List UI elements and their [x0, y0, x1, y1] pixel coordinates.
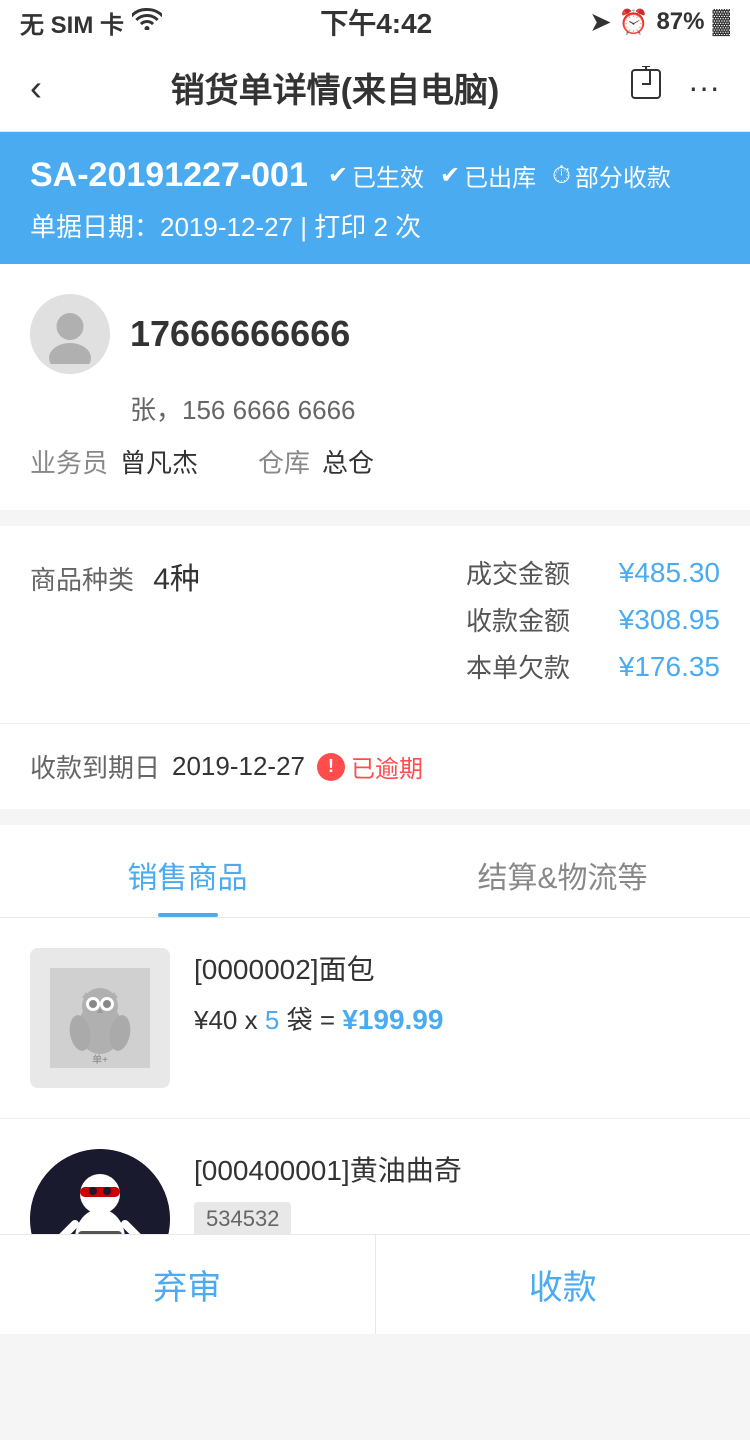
status-tags: ✔ 已生效 ✔ 已出库 ⏱ 部分收款	[328, 158, 671, 193]
page-title: 销货单详情(来自电脑)	[171, 63, 500, 112]
product-info-1: [0000002]面包 ¥40 x 5 袋 = ¥199.99	[194, 948, 720, 1037]
avatar	[30, 294, 110, 374]
status-time: 下午4:42	[320, 2, 432, 42]
product-name-1: [0000002]面包	[194, 948, 720, 988]
product-sku-2: 534532	[194, 1202, 291, 1236]
customer-row: 17666666666	[30, 294, 720, 374]
status-right: ➤ ⏰ 87% ▓	[590, 8, 730, 37]
deal-amount-value: ¥485.30	[590, 557, 720, 589]
status-bar: 无 SIM 卡 下午4:42 ➤ ⏰ 87% ▓	[0, 0, 750, 44]
sales-person-item: 业务员 曾凡杰	[30, 443, 198, 480]
product-thumb-1: 单+	[30, 948, 170, 1088]
summary-section: 商品种类 4种 成交金额 ¥485.30 收款金额 ¥308.95 本单欠款 ¥…	[0, 526, 750, 723]
collect-payment-button[interactable]: 收款	[376, 1235, 750, 1334]
cancel-review-button[interactable]: 弃审	[0, 1235, 376, 1334]
more-icon[interactable]: ···	[688, 69, 720, 106]
customer-meta: 业务员 曾凡杰 仓库 总仓	[30, 443, 720, 480]
product-type-label: 商品种类	[30, 565, 134, 595]
nav-bar: ‹ 销货单详情(来自电脑) ···	[0, 44, 750, 132]
banner-bottom: 单据日期：2019-12-27 | 打印 2 次	[30, 207, 720, 244]
share-icon[interactable]	[628, 66, 664, 110]
summary-left: 商品种类 4种	[30, 554, 200, 598]
warehouse-item: 仓库 总仓	[258, 443, 374, 480]
owed-label: 本单欠款	[466, 648, 570, 685]
product-price-row-1: ¥40 x 5 袋 = ¥199.99	[194, 1000, 720, 1037]
collected-label: 收款金额	[466, 601, 570, 638]
product-name-2: [000400001]黄油曲奇	[194, 1149, 720, 1189]
status-effective: ✔ 已生效	[328, 158, 424, 193]
customer-name-phone: 张，156 6666 6666	[30, 390, 720, 427]
overdue-badge: ! 已逾期	[317, 749, 423, 784]
wifi-icon	[132, 8, 162, 37]
bottom-spacer	[0, 1320, 750, 1440]
status-partial: ⏱ 部分收款	[552, 158, 671, 193]
sales-person-label: 业务员	[30, 443, 108, 480]
warehouse-label: 仓库	[258, 443, 310, 480]
check-icon-1: ✔	[328, 161, 348, 190]
collected-row: 收款金额 ¥308.95	[466, 601, 720, 638]
order-date: 单据日期：2019-12-27	[30, 212, 293, 242]
status-shipped: ✔ 已出库	[440, 158, 536, 193]
deal-amount-row: 成交金额 ¥485.30	[466, 554, 720, 591]
overdue-text: 已逾期	[351, 749, 423, 784]
header-banner: SA-20191227-001 ✔ 已生效 ✔ 已出库 ⏱ 部分收款 单据日期：…	[0, 132, 750, 264]
battery-icon: ▓	[712, 8, 730, 36]
product-price-1: ¥40	[194, 1005, 237, 1035]
due-label: 收款到期日	[30, 748, 160, 785]
carrier-text: 无 SIM 卡	[20, 5, 124, 40]
alarm-icon: ⏰	[619, 8, 649, 37]
product-unit-1: 袋	[287, 1005, 313, 1035]
owed-row: 本单欠款 ¥176.35	[466, 648, 720, 685]
product-item-1: 单+ [0000002]面包 ¥40 x 5 袋 = ¥199.99	[0, 918, 750, 1119]
tab-settlement-logistics[interactable]: 结算&物流等	[375, 825, 750, 917]
summary-grid: 商品种类 4种 成交金额 ¥485.30 收款金额 ¥308.95 本单欠款 ¥…	[30, 554, 720, 695]
print-count: 打印 2 次	[314, 212, 421, 242]
location-icon: ➤	[590, 8, 610, 37]
deal-amount-label: 成交金额	[466, 554, 570, 591]
clock-icon: ⏱	[552, 162, 571, 190]
status-left: 无 SIM 卡	[20, 5, 162, 40]
product-type-row: 商品种类 4种	[30, 554, 200, 598]
back-button[interactable]: ‹	[30, 67, 42, 109]
product-thumb-placeholder-1: 单+	[30, 948, 170, 1088]
bottom-bar: 弃审 收款	[0, 1234, 750, 1334]
battery-text: 87%	[656, 8, 704, 36]
summary-right: 成交金额 ¥485.30 收款金额 ¥308.95 本单欠款 ¥176.35	[466, 554, 720, 695]
banner-top: SA-20191227-001 ✔ 已生效 ✔ 已出库 ⏱ 部分收款	[30, 156, 720, 195]
sales-person-value: 曾凡杰	[120, 443, 198, 480]
divider-1	[0, 510, 750, 526]
collected-value: ¥308.95	[590, 604, 720, 636]
svg-text:单+: 单+	[92, 1054, 108, 1066]
due-section: 收款到期日 2019-12-27 ! 已逾期	[0, 723, 750, 809]
warehouse-value: 总仓	[322, 443, 374, 480]
overdue-icon: !	[317, 753, 345, 781]
customer-user-id: 17666666666	[130, 313, 350, 355]
customer-section: 17666666666 张，156 6666 6666 业务员 曾凡杰 仓库 总…	[0, 264, 750, 510]
nav-actions: ···	[628, 66, 720, 110]
tabs-container: 销售商品 结算&物流等	[0, 825, 750, 918]
check-icon-2: ✔	[440, 161, 460, 190]
due-date: 2019-12-27	[172, 751, 305, 782]
product-quantity-1: 5	[265, 1005, 279, 1035]
product-type-count: 4种	[153, 563, 200, 596]
owed-value: ¥176.35	[590, 651, 720, 683]
tab-sales-products[interactable]: 销售商品	[0, 825, 375, 917]
order-id: SA-20191227-001	[30, 156, 308, 195]
product-total-1: ¥199.99	[342, 1004, 443, 1035]
